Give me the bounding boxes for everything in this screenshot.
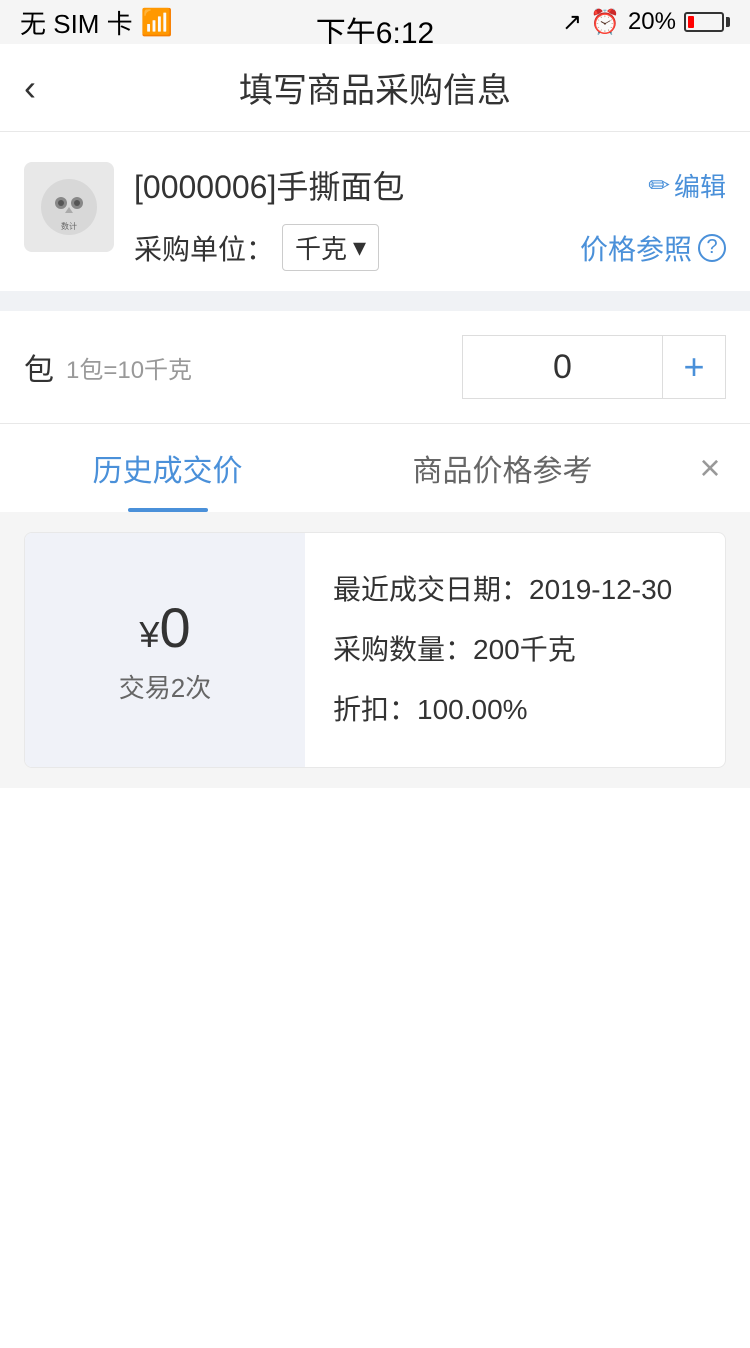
recent-date-label: 最近成交日期： xyxy=(333,574,529,605)
product-logo-icon: 数计 xyxy=(39,177,99,237)
product-details: [0000006]手撕面包 ✏ 编辑 采购单位： 千克 ▾ 价格参照 ? xyxy=(134,162,726,271)
back-button[interactable]: ‹ xyxy=(24,67,36,109)
tabs-row: 历史成交价 商品价格参考 × xyxy=(0,424,750,512)
unit-select[interactable]: 千克 ▾ xyxy=(282,224,379,271)
quantity-row: 包 1包=10千克 + xyxy=(0,311,750,423)
discount-row: 折扣：100.00% xyxy=(333,689,697,731)
battery-indicator xyxy=(684,12,730,32)
tabs-section: 历史成交价 商品价格参考 × xyxy=(0,423,750,512)
price-reference-button[interactable]: 价格参照 ? xyxy=(580,228,726,268)
tab-product-price-ref[interactable]: 商品价格参考 xyxy=(335,424,670,512)
edit-button[interactable]: ✏ 编辑 xyxy=(648,167,726,204)
location-icon: ↗ xyxy=(562,8,582,37)
recent-date-row: 最近成交日期：2019-12-30 xyxy=(333,569,697,611)
price-card-left: ¥0 交易2次 xyxy=(25,533,305,767)
help-icon: ? xyxy=(698,234,726,262)
status-left: 无 SIM 卡 📶 xyxy=(20,4,173,41)
price-card: ¥0 交易2次 最近成交日期：2019-12-30 采购数量：200千克 折扣：… xyxy=(24,532,726,768)
price-amount: ¥0 xyxy=(139,595,190,660)
recent-date-value: 2019-12-30 xyxy=(529,574,672,605)
price-card-right: 最近成交日期：2019-12-30 采购数量：200千克 折扣：100.00% xyxy=(305,533,725,767)
status-bar: 无 SIM 卡 📶 下午6:12 ↗ ⏰ 20% xyxy=(0,0,750,44)
quantity-input[interactable] xyxy=(462,335,662,399)
currency-symbol: ¥ xyxy=(139,614,159,655)
wifi-icon: 📶 xyxy=(141,7,173,38)
quantity-hint: 1包=10千克 xyxy=(66,350,192,385)
svg-text:数计: 数计 xyxy=(61,221,77,231)
quantity-unit-label: 包 xyxy=(24,345,54,389)
page-title: 填写商品采购信息 xyxy=(239,63,511,112)
dropdown-arrow-icon: ▾ xyxy=(353,232,366,263)
content-area xyxy=(0,788,750,1348)
edit-icon: ✏ xyxy=(648,170,670,201)
purchase-qty-value: 200千克 xyxy=(473,634,576,665)
product-thumbnail: 数计 xyxy=(24,162,114,252)
battery-percent: 20% xyxy=(628,8,676,36)
status-right: ↗ ⏰ 20% xyxy=(562,8,730,37)
purchase-qty-label: 采购数量： xyxy=(333,634,473,665)
alarm-icon: ⏰ xyxy=(590,8,620,37)
section-separator xyxy=(0,291,750,311)
tab-history-price[interactable]: 历史成交价 xyxy=(0,424,335,512)
product-name: [0000006]手撕面包 xyxy=(134,162,404,208)
transaction-count: 交易2次 xyxy=(119,668,211,705)
quantity-controls: + xyxy=(462,335,726,399)
discount-value: 100.00% xyxy=(417,694,528,725)
purchase-qty-row: 采购数量：200千克 xyxy=(333,629,697,671)
quantity-plus-button[interactable]: + xyxy=(662,335,726,399)
carrier-text: 无 SIM 卡 xyxy=(20,4,133,41)
purchase-unit-label: 采购单位： xyxy=(134,228,274,268)
tab-active-indicator xyxy=(128,508,208,512)
page-header: ‹ 填写商品采购信息 xyxy=(0,44,750,132)
price-value: 0 xyxy=(159,596,190,659)
tabs-close-button[interactable]: × xyxy=(670,447,750,489)
discount-label: 折扣： xyxy=(333,694,417,725)
product-card: 数计 [0000006]手撕面包 ✏ 编辑 采购单位： 千克 ▾ xyxy=(0,132,750,291)
price-card-section: ¥0 交易2次 最近成交日期：2019-12-30 采购数量：200千克 折扣：… xyxy=(0,512,750,788)
